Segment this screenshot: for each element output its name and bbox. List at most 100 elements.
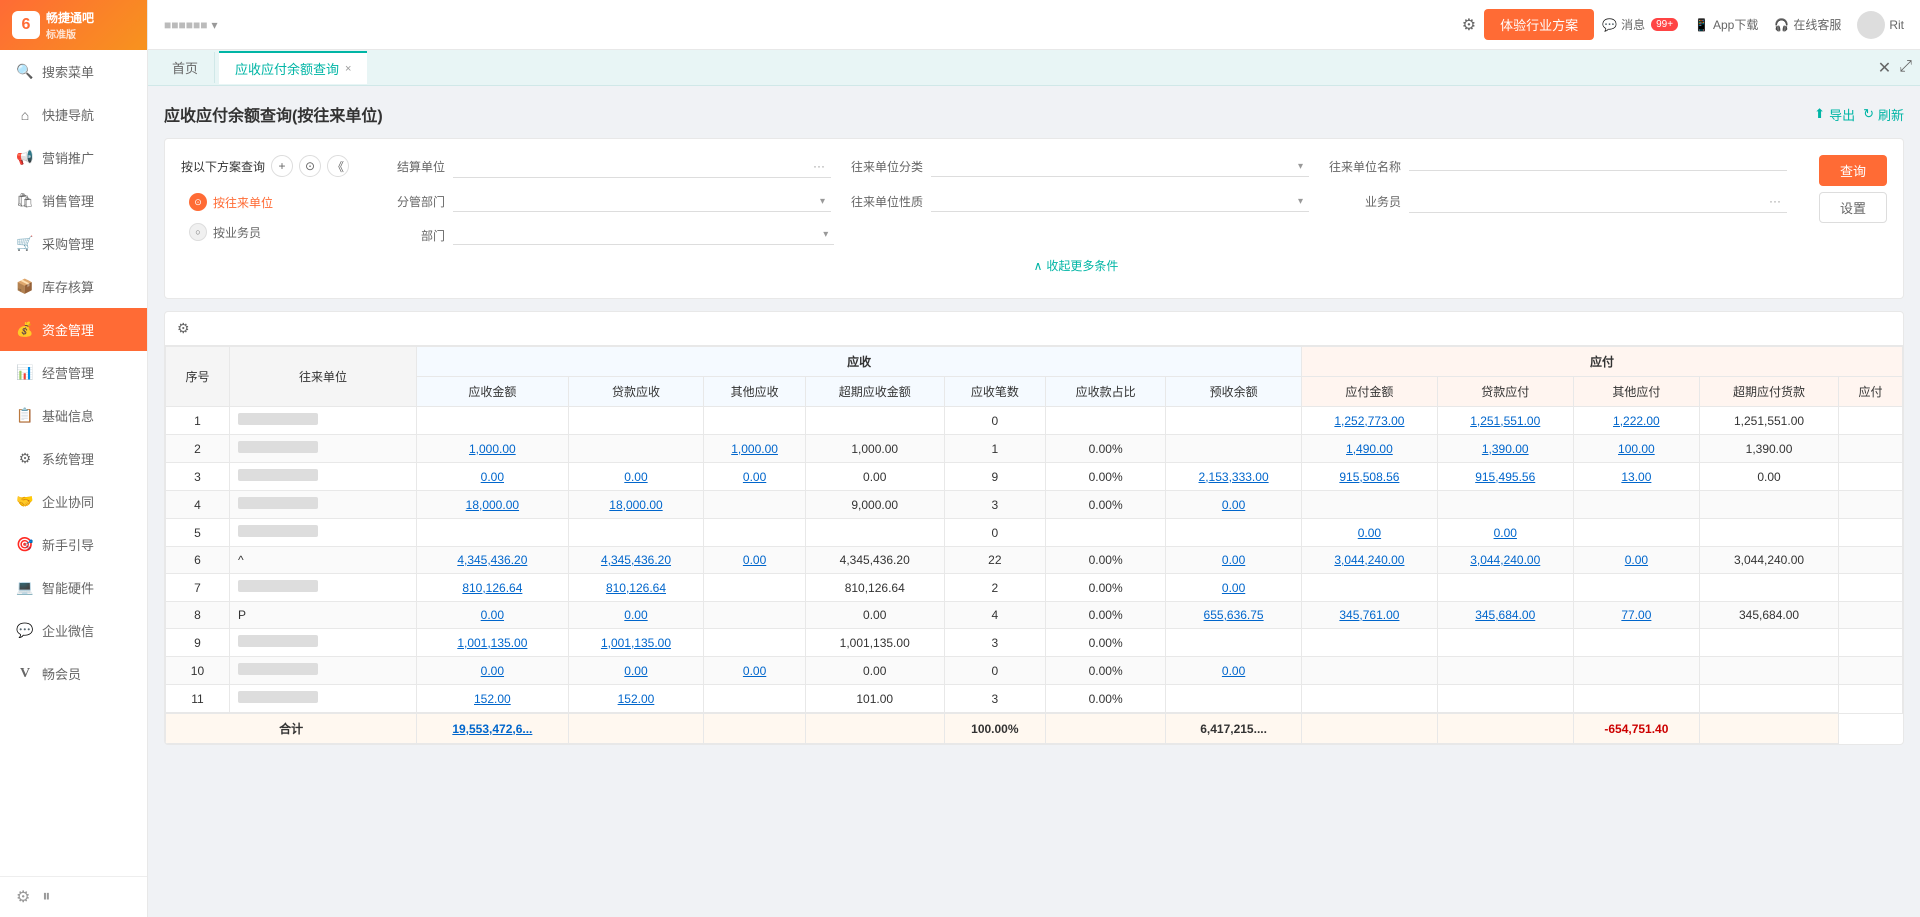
cooperation-icon: 🤝 xyxy=(16,493,34,510)
th-ap-amount: 应付金额 xyxy=(1302,377,1438,407)
th-ar-other: 其他应收 xyxy=(704,377,805,407)
dept-input[interactable]: ▾ xyxy=(453,192,831,212)
sidebar-item-label: 企业协同 xyxy=(42,492,94,511)
username: Rit xyxy=(1889,18,1904,32)
main-content: 应收应付余额查询(按往来单位) ⬆ 导出 ↻ 刷新 按以下方案查询 xyxy=(148,86,1920,917)
footer-ap-overdue: -654,751.40 xyxy=(1573,713,1699,744)
message-button[interactable]: 💬 消息 99+ xyxy=(1602,16,1678,33)
table-row: 91,001,135.001,001,135.001,001,135.0030.… xyxy=(166,629,1903,657)
collapse-footer-icon[interactable]: ⏸ xyxy=(42,888,50,906)
tab-arbalance[interactable]: 应收应付余额查询 × xyxy=(219,51,367,84)
sidebar-item-marketing[interactable]: 📢 营销推广 xyxy=(0,136,147,179)
add-scheme-button[interactable]: + xyxy=(271,155,293,177)
th-ap-group: 应付 xyxy=(1302,347,1903,377)
footer-ap-prepay: 6,417,215.... xyxy=(1166,713,1302,744)
export-button[interactable]: ⬆ 导出 xyxy=(1814,105,1855,124)
setting-button[interactable]: 设置 xyxy=(1819,192,1887,223)
user-avatar-button[interactable]: Rit xyxy=(1857,11,1904,39)
tab-close-icon[interactable]: × xyxy=(345,63,351,75)
field-label-settlement: 结算单位 xyxy=(365,158,445,175)
salesman-input[interactable]: ··· xyxy=(1409,190,1787,213)
field-label-department: 部门 xyxy=(365,227,445,244)
field-label-salesman: 业务员 xyxy=(1321,193,1401,210)
department-input[interactable]: ▾ xyxy=(453,225,834,245)
data-table: 序号 往来单位 应收 应付 应收金额 贷款应收 其他应收 超期应收金额 应收笔数… xyxy=(165,346,1903,744)
sidebar-item-label: 基础信息 xyxy=(42,406,94,425)
partner-name-input[interactable] xyxy=(1409,162,1787,171)
breadcrumb-dropdown-icon[interactable]: ▾ xyxy=(212,18,218,32)
footer-ar-ratio: 100.00% xyxy=(944,713,1045,744)
service-label: 在线客服 xyxy=(1793,16,1841,33)
refresh-button[interactable]: ↻ 刷新 xyxy=(1863,105,1904,124)
topbar-right: 💬 消息 99+ 📱 App下载 🎧 在线客服 Rit xyxy=(1602,11,1904,39)
th-ar-overdue: 超期应收金额 xyxy=(805,377,944,407)
footer-ar-total[interactable]: 19,553,472,6... xyxy=(417,713,568,744)
partner-name xyxy=(229,435,416,463)
edit-scheme-button[interactable]: ⊙ xyxy=(299,155,321,177)
sidebar-item-label: 智能硬件 xyxy=(42,578,94,597)
option-by-partner[interactable]: ⊙ 按往来单位 xyxy=(181,189,349,215)
refresh-icon: ↻ xyxy=(1863,106,1874,122)
th-ar-group: 应收 xyxy=(417,347,1302,377)
collapse-button[interactable]: ∧ 收起更多条件 xyxy=(1034,257,1119,274)
online-service-button[interactable]: 🎧 在线客服 xyxy=(1774,16,1841,33)
settlement-unit-input[interactable]: ··· xyxy=(453,155,831,178)
partner-category-input[interactable]: ▾ xyxy=(931,157,1309,177)
sidebar-item-label: 采购管理 xyxy=(42,234,94,253)
option-by-salesman[interactable]: ○ 按业务员 xyxy=(181,219,349,245)
download-icon: 📱 xyxy=(1694,18,1709,32)
sidebar-item-quicknav[interactable]: ⌂ 快捷导航 xyxy=(0,93,147,136)
sidebar-item-label: 快捷导航 xyxy=(42,105,94,124)
guide-icon: 🎯 xyxy=(16,536,34,553)
download-label: App下载 xyxy=(1713,16,1758,33)
maximize-window-icon[interactable]: ⤢ xyxy=(1899,58,1912,78)
sidebar-item-search[interactable]: 🔍 搜索菜单 xyxy=(0,50,147,93)
th-ar-prepay: 预收余额 xyxy=(1166,377,1302,407)
option-salesman-icon: ○ xyxy=(189,223,207,241)
app-edition: 标准版 xyxy=(46,26,94,41)
topbar: ■■■■■■ ▾ ⚙ 体验行业方案 💬 消息 99+ 📱 App下载 🎧 在线客… xyxy=(148,0,1920,50)
table-settings-icon[interactable]: ⚙ xyxy=(177,320,190,337)
query-btn-group: 查询 设置 xyxy=(1819,155,1887,282)
chevron-down-icon-3: ▾ xyxy=(1298,196,1303,207)
sidebar-item-hardware[interactable]: 💻 智能硬件 xyxy=(0,566,147,609)
tab-home[interactable]: 首页 xyxy=(156,52,215,83)
th-ap-other: 其他应付 xyxy=(1573,377,1699,407)
trial-button[interactable]: 体验行业方案 xyxy=(1484,9,1594,40)
table-row: 500.000.00 xyxy=(166,519,1903,547)
sidebar-item-member[interactable]: V 畅会员 xyxy=(0,652,147,695)
message-icon: 💬 xyxy=(1602,18,1617,32)
sidebar-item-guide[interactable]: 🎯 新手引导 xyxy=(0,523,147,566)
th-ap-last: 应付 xyxy=(1838,377,1902,407)
chevron-up-icon: ∧ xyxy=(1034,259,1043,273)
partner-nature-input[interactable]: ▾ xyxy=(931,192,1309,212)
sidebar-item-label: 搜索菜单 xyxy=(42,62,94,81)
close-window-icon[interactable]: ✕ xyxy=(1878,58,1891,78)
expand-scheme-button[interactable]: 《 xyxy=(327,155,349,177)
sidebar-item-system[interactable]: ⚙ 系统管理 xyxy=(0,437,147,480)
tabbar: 首页 应收应付余额查询 × ✕ ⤢ xyxy=(148,50,1920,86)
page-title: 应收应付余额查询(按往来单位) xyxy=(164,102,383,126)
service-icon: 🎧 xyxy=(1774,18,1789,32)
sidebar-item-cooperation[interactable]: 🤝 企业协同 xyxy=(0,480,147,523)
inventory-icon: 📦 xyxy=(16,278,34,295)
table-footer-row: 合计 19,553,472,6... 100.00% 6,417,215....… xyxy=(166,713,1903,744)
settings-gear-icon[interactable]: ⚙ xyxy=(1462,15,1476,35)
sidebar-item-sales[interactable]: 🛍 销售管理 xyxy=(0,179,147,222)
table-row: 100.000.000.000.0000.00%0.00 xyxy=(166,657,1903,685)
app-download-button[interactable]: 📱 App下载 xyxy=(1694,16,1758,33)
edit-icon: ⊙ xyxy=(305,159,315,173)
purchase-icon: 🛒 xyxy=(16,235,34,252)
th-no: 序号 xyxy=(166,347,230,407)
sidebar-item-finance[interactable]: 💰 资金管理 xyxy=(0,308,147,351)
sidebar-item-label: 新手引导 xyxy=(42,535,94,554)
sidebar-item-operation[interactable]: 📊 经营管理 xyxy=(0,351,147,394)
sidebar-item-basicinfo[interactable]: 📋 基础信息 xyxy=(0,394,147,437)
sidebar-item-purchase[interactable]: 🛒 采购管理 xyxy=(0,222,147,265)
message-badge: 99+ xyxy=(1651,18,1678,31)
sidebar-item-wechat[interactable]: 💬 企业微信 xyxy=(0,609,147,652)
settings-footer-icon[interactable]: ⚙ xyxy=(16,887,30,907)
table-row: 101,252,773.001,251,551.001,222.001,251,… xyxy=(166,407,1903,435)
query-button[interactable]: 查询 xyxy=(1819,155,1887,186)
sidebar-item-inventory[interactable]: 📦 库存核算 xyxy=(0,265,147,308)
